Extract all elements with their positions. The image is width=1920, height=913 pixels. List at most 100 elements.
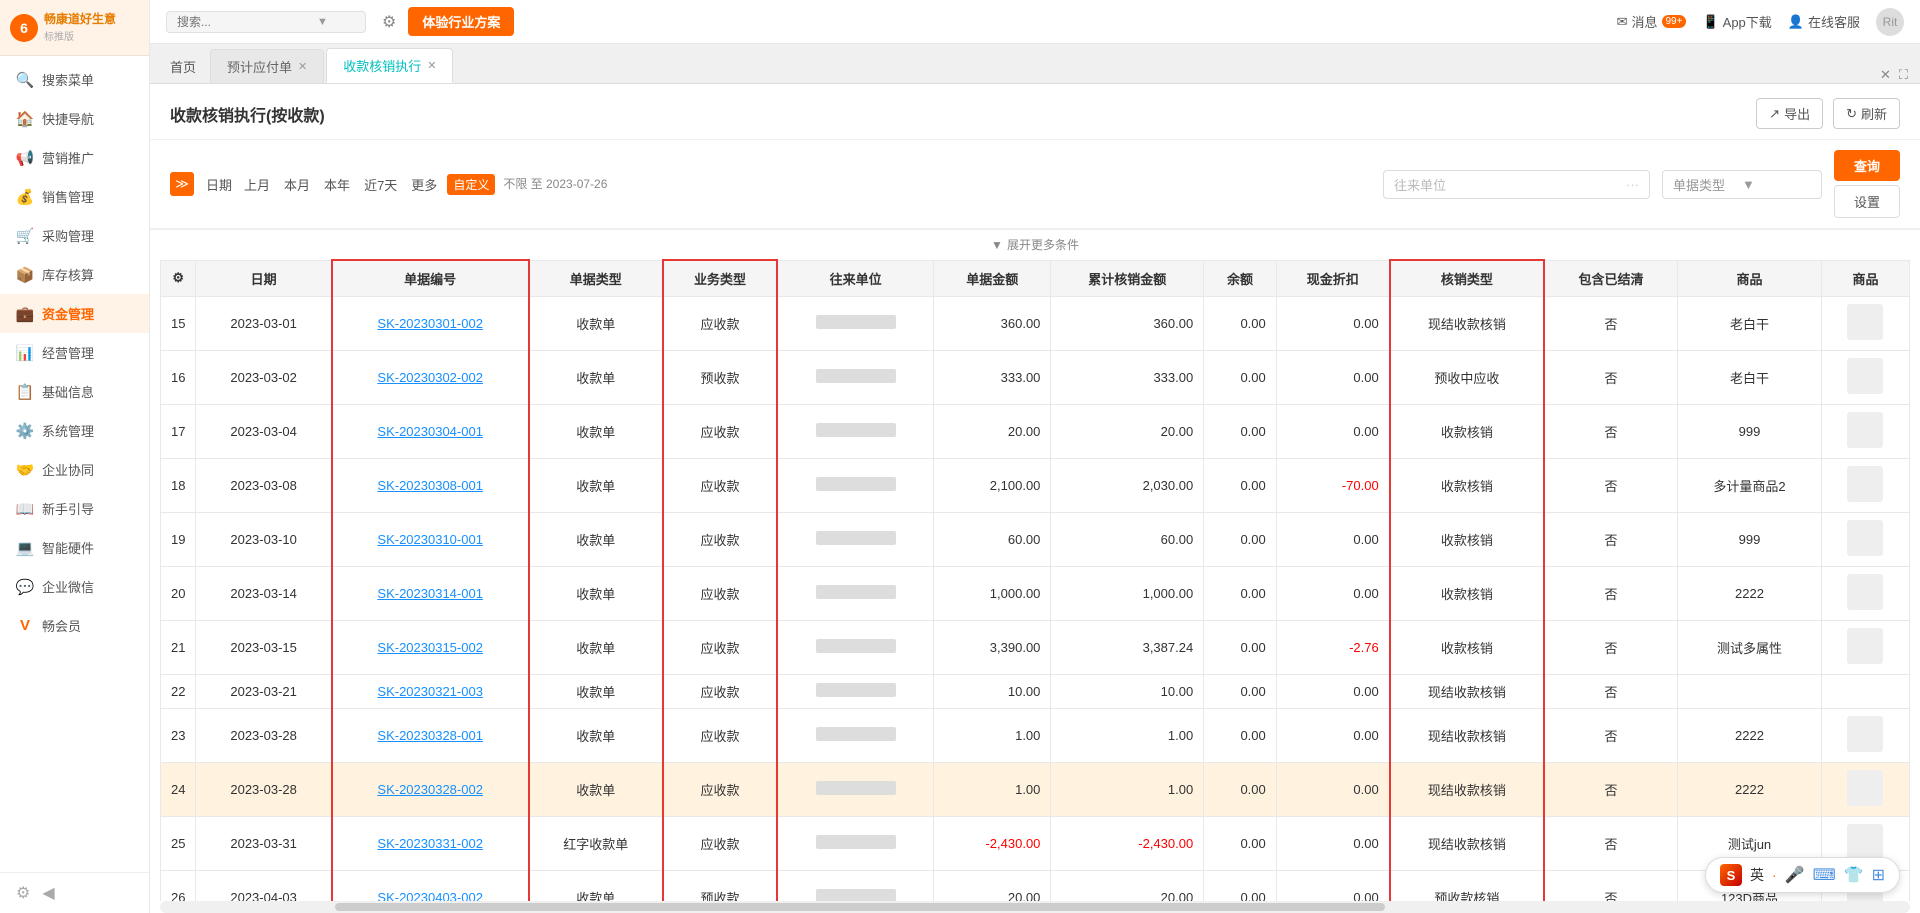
- horizontal-scrollbar[interactable]: [160, 901, 1910, 913]
- tab-expand-icon[interactable]: ⛶: [1899, 67, 1908, 83]
- bill-link[interactable]: SK-20230304-001: [377, 424, 483, 439]
- bill-link[interactable]: SK-20230315-002: [377, 640, 483, 655]
- app-download-label: App下载: [1723, 12, 1772, 31]
- tab-home[interactable]: 首页: [158, 50, 208, 83]
- keyboard-icon[interactable]: ⌨: [1813, 865, 1836, 885]
- date-btn-last-month[interactable]: 上月: [240, 173, 274, 196]
- bill-link[interactable]: SK-20230310-001: [377, 532, 483, 547]
- counterpart-input[interactable]: [1450, 177, 1626, 192]
- bill-link[interactable]: SK-20230308-001: [377, 478, 483, 493]
- tab-close-prepay[interactable]: ✕: [298, 60, 307, 73]
- tab-collection[interactable]: 收款核销执行 ✕: [326, 48, 453, 83]
- messages-button[interactable]: ✉ 消息 99+: [1617, 12, 1687, 31]
- date-btn-custom[interactable]: 自定义: [447, 174, 495, 195]
- cell-bill-no[interactable]: SK-20230328-001: [332, 709, 529, 763]
- sidebar-item-member[interactable]: V 畅会员: [0, 606, 149, 645]
- sidebar-item-quick-nav[interactable]: 🏠 快捷导航: [0, 99, 149, 138]
- sidebar-item-purchase[interactable]: 🛒 采购管理: [0, 216, 149, 255]
- refresh-button[interactable]: ↻ 刷新: [1833, 98, 1900, 129]
- cell-verify-type: 收款核销: [1390, 513, 1544, 567]
- date-btn-this-month[interactable]: 本月: [280, 173, 314, 196]
- grid-icon[interactable]: ⊞: [1872, 865, 1885, 885]
- cell-bill-no[interactable]: SK-20230328-002: [332, 763, 529, 817]
- export-button[interactable]: ↗ 导出: [1756, 98, 1823, 129]
- col-included: 包含已结清: [1544, 260, 1678, 297]
- cell-bill-no[interactable]: SK-20230310-001: [332, 513, 529, 567]
- guide-icon: 📖: [16, 500, 34, 518]
- sidebar-item-sales[interactable]: 💰 销售管理: [0, 177, 149, 216]
- counterpart-filter[interactable]: 往来单位 ···: [1383, 170, 1650, 199]
- mic-icon[interactable]: 🎤: [1785, 865, 1805, 885]
- sidebar-item-marketing[interactable]: 📢 营销推广: [0, 138, 149, 177]
- cell-bill-no[interactable]: SK-20230301-002: [332, 297, 529, 351]
- cell-bill-no[interactable]: SK-20230315-002: [332, 621, 529, 675]
- bill-link[interactable]: SK-20230301-002: [377, 316, 483, 331]
- gear-icon[interactable]: ⚙: [382, 12, 396, 32]
- cell-bill-no[interactable]: SK-20230403-002: [332, 871, 529, 902]
- search-input[interactable]: [177, 15, 317, 29]
- bill-type-filter[interactable]: 单据类型 ▼: [1662, 170, 1822, 199]
- cell-included: 否: [1544, 763, 1678, 817]
- bill-link[interactable]: SK-20230331-002: [377, 836, 483, 851]
- date-btn-more[interactable]: 更多: [407, 173, 441, 196]
- collapse-icon[interactable]: ◀: [42, 883, 54, 903]
- sidebar-item-finance[interactable]: 💼 资金管理: [0, 294, 149, 333]
- cell-balance: 0.00: [1204, 513, 1277, 567]
- cell-no: 24: [161, 763, 196, 817]
- tab-close-all-icon[interactable]: ✕: [1880, 67, 1891, 83]
- filter-date-group: 日期 上月 本月 本年 近7天 更多 自定义 不限 至 2023-07-26: [206, 173, 1371, 196]
- user-avatar[interactable]: Rit: [1876, 8, 1904, 36]
- settings-footer-icon[interactable]: ⚙: [16, 883, 30, 903]
- bill-link[interactable]: SK-20230403-002: [377, 890, 483, 901]
- date-btn-this-year[interactable]: 本年: [320, 173, 354, 196]
- tab-close-collection[interactable]: ✕: [427, 59, 436, 72]
- solution-button[interactable]: 体验行业方案: [408, 7, 514, 36]
- online-service-button[interactable]: 👤 在线客服: [1788, 12, 1860, 31]
- app-download-button[interactable]: 📱 App下载: [1702, 12, 1771, 31]
- sidebar-item-operations[interactable]: 📊 经营管理: [0, 333, 149, 372]
- cell-counterpart: [777, 763, 934, 817]
- bill-link[interactable]: SK-20230302-002: [377, 370, 483, 385]
- expand-more-conditions[interactable]: ▼ 展开更多条件: [150, 229, 1920, 259]
- chevron-down-icon2: ▼: [991, 238, 1003, 252]
- sidebar-item-hardware[interactable]: 💻 智能硬件: [0, 528, 149, 567]
- table-row: 22 2023-03-21 SK-20230321-003 收款单 应收款 10…: [161, 675, 1910, 709]
- sidebar-item-wechat[interactable]: 💬 企业微信: [0, 567, 149, 606]
- cell-date: 2023-03-28: [196, 763, 332, 817]
- col-biz-type: 业务类型: [663, 260, 777, 297]
- emoji-icon[interactable]: 👕: [1844, 865, 1864, 885]
- bill-link[interactable]: SK-20230314-001: [377, 586, 483, 601]
- bill-link[interactable]: SK-20230328-002: [377, 782, 483, 797]
- cell-bill-no[interactable]: SK-20230321-003: [332, 675, 529, 709]
- cell-biz-type: 应收款: [663, 297, 777, 351]
- sidebar-item-search[interactable]: 🔍 搜索菜单: [0, 60, 149, 99]
- date-btn-7days[interactable]: 近7天: [360, 173, 401, 196]
- cell-bill-no[interactable]: SK-20230302-002: [332, 351, 529, 405]
- search-wrap[interactable]: ▼: [166, 11, 366, 33]
- dropdown-icon[interactable]: ▼: [317, 16, 328, 28]
- scrollbar-thumb[interactable]: [335, 903, 1385, 911]
- cell-bill-no[interactable]: SK-20230314-001: [332, 567, 529, 621]
- cell-discount: 0.00: [1276, 675, 1389, 709]
- setting-button[interactable]: 设置: [1834, 185, 1900, 218]
- filter-toggle-button[interactable]: ≫: [170, 172, 194, 196]
- col-settings[interactable]: ⚙: [161, 260, 196, 297]
- cell-product2: [1821, 459, 1909, 513]
- tab-prepay[interactable]: 预计应付单 ✕: [210, 49, 324, 83]
- sidebar-item-guide[interactable]: 📖 新手引导: [0, 489, 149, 528]
- topbar-right: ✉ 消息 99+ 📱 App下载 👤 在线客服 Rit: [1617, 8, 1904, 36]
- sidebar-item-system[interactable]: ⚙️ 系统管理: [0, 411, 149, 450]
- sougou-label: 英: [1750, 865, 1764, 885]
- sidebar-item-enterprise[interactable]: 🤝 企业协同: [0, 450, 149, 489]
- cell-bill-no[interactable]: SK-20230331-002: [332, 817, 529, 871]
- cell-discount: 0.00: [1276, 351, 1389, 405]
- query-button[interactable]: 查询: [1834, 150, 1900, 181]
- cell-bill-no[interactable]: SK-20230308-001: [332, 459, 529, 513]
- cell-product2: [1821, 763, 1909, 817]
- cell-bill-no[interactable]: SK-20230304-001: [332, 405, 529, 459]
- col-bill-no: 单据编号: [332, 260, 529, 297]
- sidebar-item-inventory[interactable]: 📦 库存核算: [0, 255, 149, 294]
- sidebar-item-basic[interactable]: 📋 基础信息: [0, 372, 149, 411]
- bill-link[interactable]: SK-20230321-003: [377, 684, 483, 699]
- bill-link[interactable]: SK-20230328-001: [377, 728, 483, 743]
